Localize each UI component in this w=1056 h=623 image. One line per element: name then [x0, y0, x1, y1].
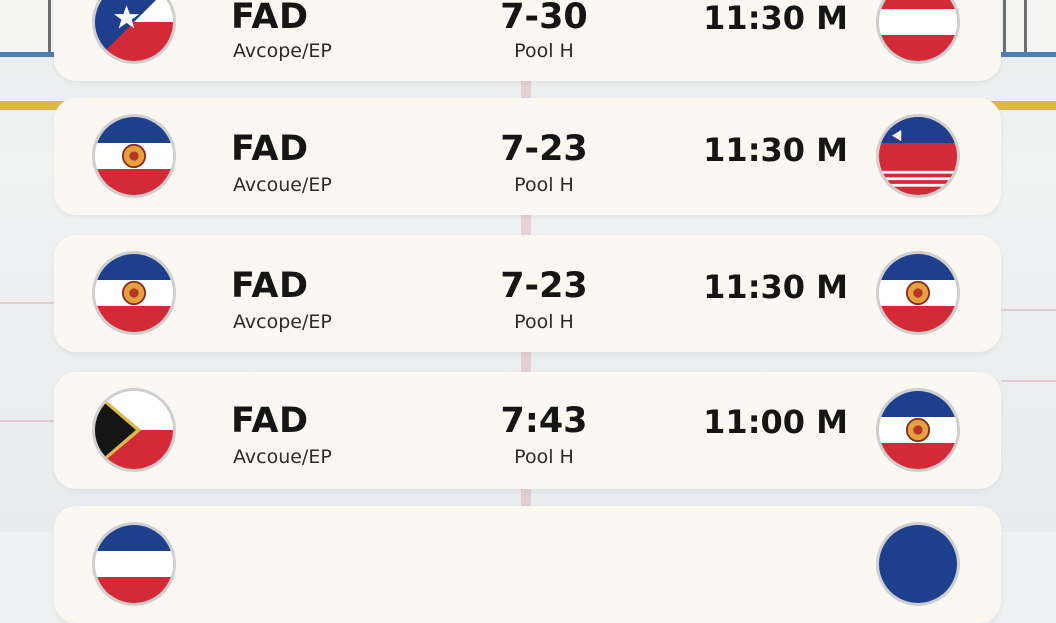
- blue-red-striped-flag-icon: [876, 114, 960, 198]
- game-score: 7-23: [500, 266, 588, 306]
- game-score: 7:43: [500, 401, 588, 441]
- ice-marking: [0, 302, 54, 304]
- game-time: 11:30 M: [703, 0, 848, 37]
- game-card[interactable]: [54, 506, 1001, 623]
- blue-white-red-emblem-flag-icon: [92, 114, 176, 198]
- blue-flag-icon: [876, 522, 960, 606]
- ice-marking: [1001, 380, 1056, 382]
- team-subtitle: Avcoue/EP: [233, 446, 332, 468]
- game-time: 11:30 M: [703, 131, 848, 169]
- glass-post: [48, 0, 51, 52]
- team-name: FAD: [231, 266, 309, 306]
- glass-post: [1003, 0, 1006, 52]
- game-time: 11:30 M: [703, 268, 848, 306]
- blue-white-red-emblem-flag-icon: [876, 251, 960, 335]
- pool-label: Pool H: [514, 40, 574, 62]
- team-name: FAD: [231, 401, 309, 441]
- pool-label: Pool H: [514, 446, 574, 468]
- team-name: FAD: [231, 0, 309, 37]
- game-card[interactable]: FAD Avcope/EP 7-30 Pool H 11:30 M: [54, 0, 1001, 81]
- pool-label: Pool H: [514, 311, 574, 333]
- team-subtitle: Avcoue/EP: [233, 174, 332, 196]
- game-card[interactable]: FAD Avcoue/EP 7-23 Pool H 11:30 M: [54, 98, 1001, 215]
- pool-label: Pool H: [514, 174, 574, 196]
- glass-post: [1024, 0, 1027, 52]
- team-subtitle: Avcope/EP: [233, 311, 332, 333]
- red-white-stripes-flag-icon: [876, 0, 960, 64]
- blue-white-red-emblem-flag-icon: [876, 388, 960, 472]
- star-triangle-flag-icon: [92, 0, 176, 64]
- game-score: 7-23: [500, 129, 588, 169]
- blue-white-red-emblem-flag-icon: [92, 251, 176, 335]
- game-card[interactable]: FAD Avcoue/EP 7:43 Pool H 11:00 M: [54, 372, 1001, 489]
- ice-marking: [0, 420, 54, 422]
- ice-marking: [1001, 309, 1056, 311]
- black-triangle-white-red-flag-icon: [92, 388, 176, 472]
- blue-white-red-flag-icon: [92, 522, 176, 606]
- team-subtitle: Avcope/EP: [233, 40, 332, 62]
- game-card[interactable]: FAD Avcope/EP 7-23 Pool H 11:30 M: [54, 235, 1001, 352]
- team-name: FAD: [231, 129, 309, 169]
- game-time: 11:00 M: [703, 403, 848, 441]
- game-score: 7-30: [500, 0, 588, 37]
